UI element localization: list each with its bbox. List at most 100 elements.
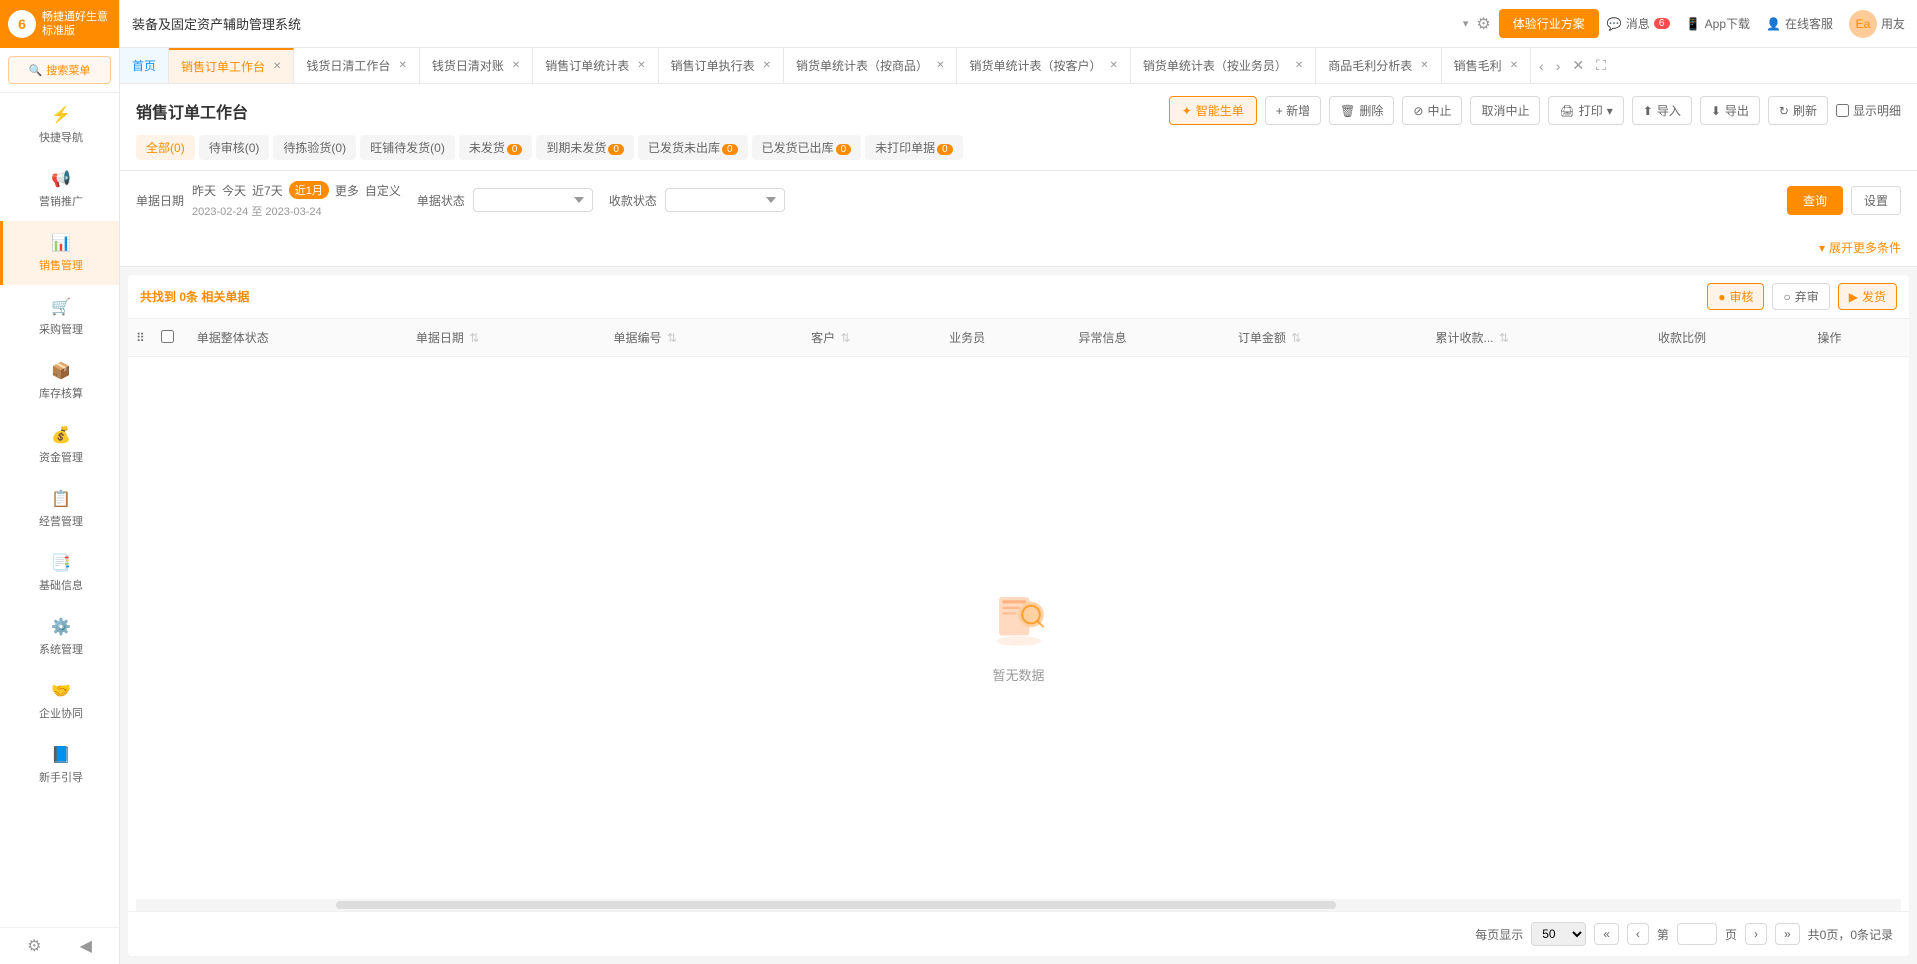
date-option-custom[interactable]: 自定义 xyxy=(365,182,401,199)
sidebar-item-finance[interactable]: 💰 资金管理 xyxy=(0,413,119,477)
show-details-label[interactable]: 显示明细 xyxy=(1836,102,1901,119)
status-select[interactable] xyxy=(473,188,593,212)
print-button[interactable]: 🖨 打印 ▾ xyxy=(1548,96,1623,125)
tab-cash-reconcile[interactable]: 钱货日清对账 ✕ xyxy=(420,48,533,84)
col-number[interactable]: 单据编号 ⇅ xyxy=(606,319,804,357)
sidebar-item-system[interactable]: ⚙️ 系统管理 xyxy=(0,605,119,669)
service-icon: 👤 xyxy=(1766,17,1781,31)
col-amount[interactable]: 订单金额 ⇅ xyxy=(1230,319,1428,357)
page-number-input[interactable]: 1 xyxy=(1677,923,1717,945)
filter-tab-not-shipped[interactable]: 未发货0 xyxy=(459,135,533,160)
batch-deliver-button[interactable]: ▶ 发货 xyxy=(1838,283,1897,310)
tabs-close-all-button[interactable]: ✕ xyxy=(1568,57,1588,74)
horizontal-scrollbar[interactable] xyxy=(136,899,1901,911)
sidebar-item-inventory[interactable]: 📦 库存核算 xyxy=(0,349,119,413)
query-button[interactable]: 查询 xyxy=(1787,186,1843,215)
date-option-1month[interactable]: 近1月 xyxy=(289,181,329,199)
show-details-checkbox[interactable] xyxy=(1836,104,1849,117)
sidebar-item-guide[interactable]: 📘 新手引导 xyxy=(0,733,119,797)
page-size-select[interactable]: 2050100 xyxy=(1531,922,1586,946)
message-button[interactable]: 💬 消息 6 xyxy=(1607,15,1670,32)
filter-tab-shipped-warehoused[interactable]: 已发货已出库0 xyxy=(752,135,862,160)
payment-select[interactable] xyxy=(665,188,785,212)
tab-sales-stat[interactable]: 销售订单统计表 ✕ xyxy=(533,48,658,84)
tab-close-icon[interactable]: ✕ xyxy=(512,60,520,71)
scrollbar-thumb[interactable] xyxy=(336,901,1336,909)
tab-close-icon[interactable]: ✕ xyxy=(763,60,771,71)
sidebar-item-marketing[interactable]: 📢 营销推广 xyxy=(0,157,119,221)
ai-generate-button[interactable]: ✦ 智能生单 xyxy=(1169,96,1257,125)
filter-tab-shipped-not-warehoused[interactable]: 已发货未出库0 xyxy=(638,135,748,160)
import-button[interactable]: ⬆ 导入 xyxy=(1632,96,1692,125)
search-menu-button[interactable]: 🔍 搜索菜单 xyxy=(8,56,111,84)
col-collected[interactable]: 累计收款... ⇅ xyxy=(1428,319,1651,357)
tab-sales-exec[interactable]: 销售订单执行表 ✕ xyxy=(659,48,784,84)
sidebar-item-quick-nav[interactable]: ⚡ 快捷导航 xyxy=(0,93,119,157)
filter-tab-pending-review[interactable]: 待审核(0) xyxy=(199,135,270,160)
export-button[interactable]: ⬇ 导出 xyxy=(1700,96,1760,125)
tab-close-icon[interactable]: ✕ xyxy=(1295,60,1303,71)
next-page-button[interactable]: › xyxy=(1745,923,1767,945)
sidebar-item-purchase[interactable]: 🛒 采购管理 xyxy=(0,285,119,349)
tab-close-icon[interactable]: ✕ xyxy=(1510,60,1518,71)
settings-button[interactable]: 设置 xyxy=(1851,186,1901,215)
app-download-button[interactable]: 📱 App下载 xyxy=(1686,15,1750,32)
last-page-button[interactable]: » xyxy=(1775,923,1800,945)
delete-button[interactable]: 🗑 删除 xyxy=(1329,96,1394,125)
tab-summary-staff[interactable]: 销货单统计表（按业务员） ✕ xyxy=(1131,48,1316,84)
col-customer[interactable]: 客户 ⇅ xyxy=(803,319,941,357)
date-option-more[interactable]: 更多 xyxy=(335,182,359,199)
tab-cash-daily[interactable]: 钱货日清工作台 ✕ xyxy=(294,48,419,84)
date-option-yesterday[interactable]: 昨天 xyxy=(192,182,216,199)
filter-tab-not-printed[interactable]: 未打印单据0 xyxy=(865,135,963,160)
sidebar-item-sales[interactable]: 📊 销售管理 xyxy=(0,221,119,285)
system-dropdown-icon[interactable]: ▾ xyxy=(1463,17,1469,30)
stop-button[interactable]: ⊘ 中止 xyxy=(1402,96,1462,125)
filter-tab-pending-inspect[interactable]: 待拣验货(0) xyxy=(273,135,356,160)
col-checkbox xyxy=(153,319,189,357)
settings-bottom-icon[interactable]: ⚙ xyxy=(27,936,41,956)
date-option-today[interactable]: 今天 xyxy=(222,182,246,199)
filter-tab-wangpu[interactable]: 旺铺待发货(0) xyxy=(360,135,455,160)
tab-home[interactable]: 首页 xyxy=(120,48,169,84)
tab-gross-margin[interactable]: 商品毛利分析表 ✕ xyxy=(1316,48,1441,84)
page-title: 销售订单工作台 xyxy=(136,99,248,123)
first-page-button[interactable]: « xyxy=(1594,923,1619,945)
sidebar-item-enterprise[interactable]: 🤝 企业协同 xyxy=(0,669,119,733)
tabs-next-button[interactable]: › xyxy=(1552,58,1565,74)
tab-close-icon[interactable]: ✕ xyxy=(637,60,645,71)
online-service-button[interactable]: 👤 在线客服 xyxy=(1766,15,1833,32)
select-all-checkbox[interactable] xyxy=(161,330,174,343)
tab-close-icon[interactable]: ✕ xyxy=(936,60,944,71)
filter-tab-overdue-not-shipped[interactable]: 到期未发货0 xyxy=(536,135,634,160)
sidebar-item-basic-info[interactable]: 📑 基础信息 xyxy=(0,541,119,605)
col-date[interactable]: 单据日期 ⇅ xyxy=(408,319,606,357)
batch-revoke-button[interactable]: ○ 弃审 xyxy=(1772,283,1829,310)
nav-icon: 📋 xyxy=(51,489,71,509)
expand-conditions-button[interactable]: ▾ 展开更多条件 xyxy=(1819,239,1901,256)
refresh-button[interactable]: ↻ 刷新 xyxy=(1768,96,1828,125)
tab-close-icon[interactable]: ✕ xyxy=(1420,60,1428,71)
date-option-7days[interactable]: 近7天 xyxy=(252,182,283,199)
tab-close-icon[interactable]: ✕ xyxy=(1109,60,1117,71)
tabs-maximize-button[interactable]: ⛶ xyxy=(1592,57,1610,74)
tab-close-icon[interactable]: ✕ xyxy=(273,61,281,72)
user-menu[interactable]: Ea 用友 xyxy=(1849,10,1905,38)
tab-summary-product[interactable]: 销货单统计表（按商品） ✕ xyxy=(784,48,957,84)
sidebar-item-label: 销售管理 xyxy=(39,257,83,273)
add-button[interactable]: + 新增 xyxy=(1265,96,1321,125)
tab-sales-order[interactable]: 销售订单工作台 ✕ xyxy=(169,48,294,84)
tab-sales-profit[interactable]: 销售毛利 ✕ xyxy=(1442,48,1531,84)
filter-tab-all[interactable]: 全部(0) xyxy=(136,135,195,160)
industry-solution-button[interactable]: 体验行业方案 xyxy=(1499,9,1599,38)
topbar-settings-icon[interactable]: ⚙ xyxy=(1476,14,1490,34)
batch-review-button[interactable]: ● 审核 xyxy=(1707,283,1764,310)
empty-text: 暂无数据 xyxy=(992,665,1044,684)
collapse-sidebar-icon[interactable]: ◀ xyxy=(80,936,92,956)
tab-close-icon[interactable]: ✕ xyxy=(398,60,406,71)
tab-summary-customer[interactable]: 销货单统计表（按客户） ✕ xyxy=(957,48,1130,84)
tabs-prev-button[interactable]: ‹ xyxy=(1535,58,1548,74)
sidebar-item-operations[interactable]: 📋 经营管理 xyxy=(0,477,119,541)
prev-page-button[interactable]: ‹ xyxy=(1627,923,1649,945)
cancel-stop-button[interactable]: 取消中止 xyxy=(1470,96,1540,125)
